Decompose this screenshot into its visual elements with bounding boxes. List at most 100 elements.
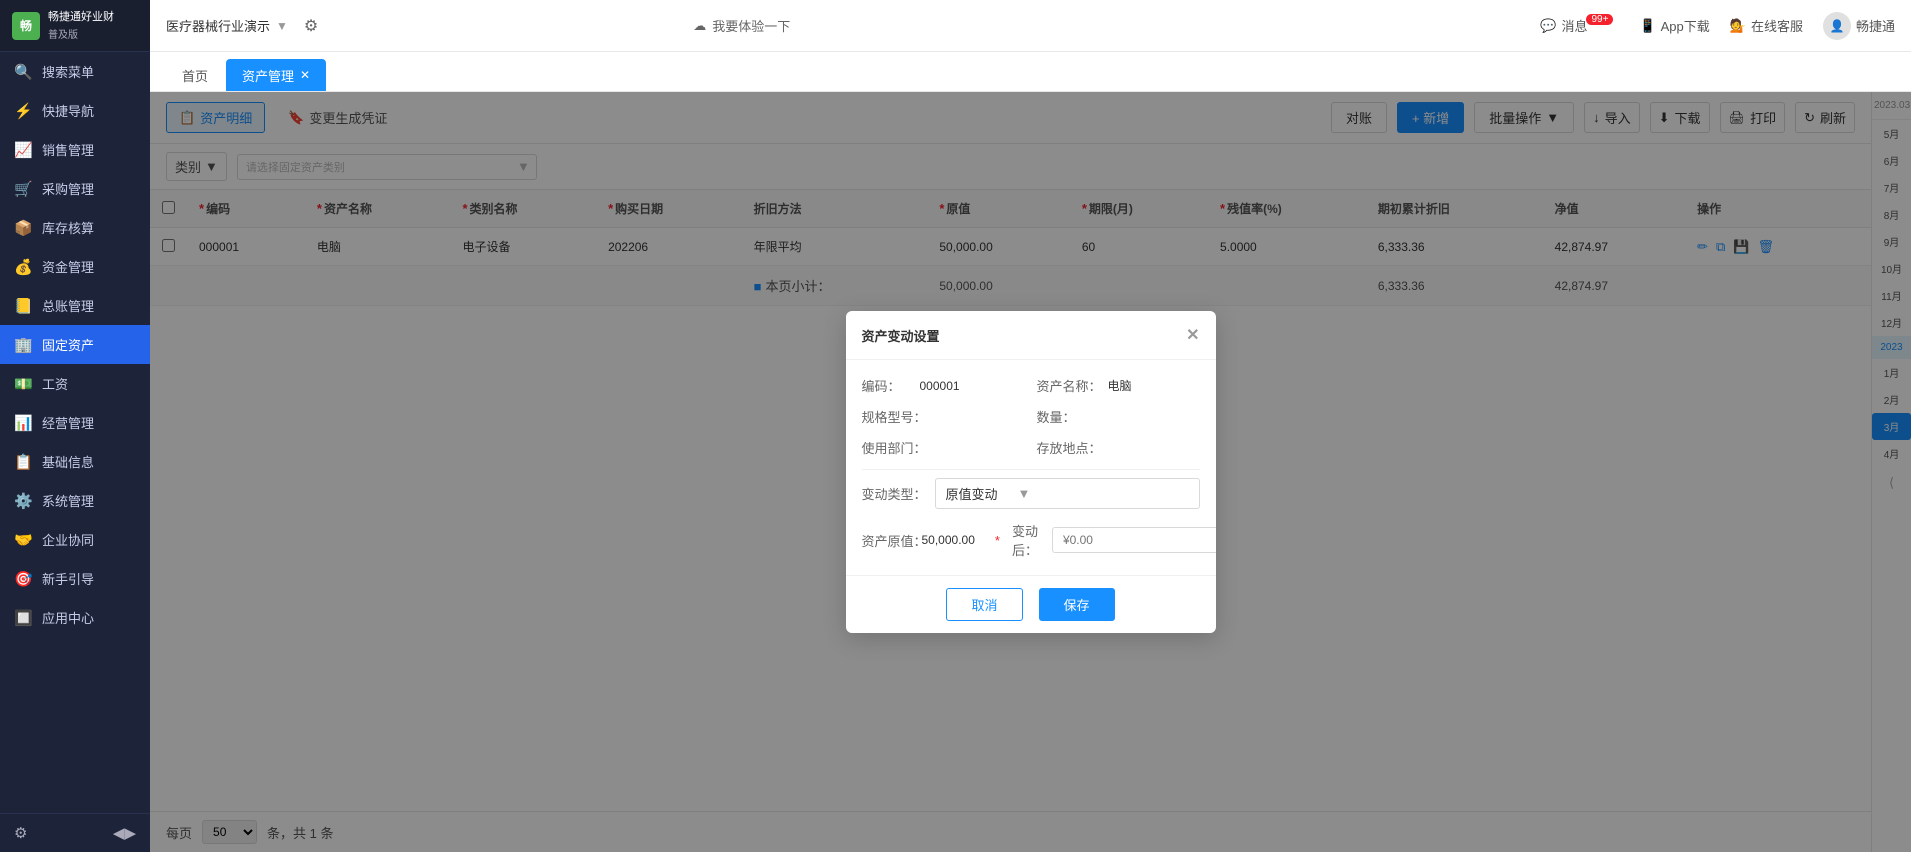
dialog-dept-field: 使用部门：: [862, 438, 1025, 457]
company-selector[interactable]: 医疗器械行业演示 ▼: [166, 16, 288, 35]
system-icon: ⚙️: [14, 492, 32, 510]
ledger-icon: 📒: [14, 297, 32, 315]
enterprise-icon: 🤝: [14, 531, 32, 549]
service-icon: 💁: [1730, 18, 1746, 34]
sidebar-label-ledger: 总账管理: [42, 296, 94, 315]
tab-close-asset[interactable]: ✕: [300, 68, 310, 82]
dialog-close-icon[interactable]: ✕: [1186, 325, 1199, 345]
dialog-location-field: 存放地点：: [1037, 438, 1200, 457]
app-icon: 📱: [1639, 18, 1655, 34]
sidebar-item-ledger[interactable]: 📒 总账管理: [0, 286, 150, 325]
logo-icon: 畅: [12, 12, 40, 40]
sidebar-item-salary[interactable]: 💵工资: [0, 364, 150, 403]
cancel-button[interactable]: 取消: [946, 588, 1022, 621]
asset-change-dialog: 资产变动设置 ✕ 编码： 000001 资产名称： 电脑: [846, 311, 1216, 633]
dialog-body: 编码： 000001 资产名称： 电脑 规格型号：: [846, 360, 1216, 575]
logo-text: 畅捷通好业财: [48, 10, 114, 25]
sidebar-label-sales: 销售管理: [42, 140, 94, 159]
sidebar-item-base[interactable]: 📋基础信息: [0, 442, 150, 481]
sidebar-label-guide: 新手引导: [42, 569, 94, 588]
sidebar-item-guide[interactable]: 🎯 新手引导: [0, 559, 150, 598]
topbar: 医疗器械行业演示 ▼ ⚙ ☁ 我要体验一下 💬 消息 99+ 📱 App下载 💁…: [150, 0, 1911, 52]
sidebar-label-fixedasset: 固定资产: [42, 335, 94, 354]
sales-icon: 📈: [14, 141, 32, 159]
dialog-row-3: 使用部门： 存放地点：: [862, 438, 1200, 457]
after-change-input[interactable]: [1052, 527, 1216, 553]
sidebar-item-system[interactable]: ⚙️ 系统管理: [0, 481, 150, 520]
collapse-icon[interactable]: ◀▶: [113, 824, 136, 842]
dialog-header: 资产变动设置 ✕: [846, 311, 1216, 360]
sidebar-item-quicknav[interactable]: ⚡ 快捷导航: [0, 91, 150, 130]
tabbar: 首页 资产管理 ✕: [150, 52, 1911, 92]
quicknav-icon: ⚡: [14, 102, 32, 120]
sidebar-item-purchase[interactable]: 🛒 采购管理: [0, 169, 150, 208]
experience-label: 我要体验一下: [712, 16, 790, 35]
tab-label-home: 首页: [182, 66, 208, 85]
sidebar-item-fixedasset[interactable]: 🏢 固定资产: [0, 325, 150, 364]
change-type-arrow-icon: ▼: [1018, 486, 1031, 501]
sidebar-label-system: 系统管理: [42, 491, 94, 510]
dialog-value-row: 资产原值： 50,000.00 * 变动后：: [862, 521, 1200, 559]
after-change-label: 变动后：: [1012, 521, 1038, 559]
experience-icon: ☁: [693, 18, 706, 34]
base-icon: 📋: [14, 453, 32, 471]
dialog-divider: [862, 469, 1200, 470]
sidebar-label-enterprise: 企业协同: [42, 530, 94, 549]
sidebar: 畅 畅捷通好业财 普及版 🔍 搜索菜单 ⚡ 快捷导航 📈 销售管理 🛒 采购管理 📦 库存核算 💰 资…: [0, 0, 150, 852]
main-content: 医疗器械行业演示 ▼ ⚙ ☁ 我要体验一下 💬 消息 99+ 📱 App下载 💁…: [150, 0, 1911, 852]
fixedasset-icon: 🏢: [14, 336, 32, 354]
company-dropdown-icon: ▼: [276, 19, 288, 33]
experience-button[interactable]: ☁ 我要体验一下: [693, 16, 790, 35]
guide-icon: 🎯: [14, 570, 32, 588]
settings-icon[interactable]: ⚙: [14, 824, 27, 842]
dialog-overlay: 资产变动设置 ✕ 编码： 000001 资产名称： 电脑: [150, 92, 1911, 852]
sidebar-label-search: 搜索菜单: [42, 62, 94, 81]
sidebar-item-apps[interactable]: 🔲 应用中心: [0, 598, 150, 637]
sidebar-label-purchase: 采购管理: [42, 179, 94, 198]
sidebar-item-inventory[interactable]: 📦 库存核算: [0, 208, 150, 247]
logo-sub: 普及版: [48, 26, 114, 41]
messages-icon: 💬: [1540, 18, 1556, 34]
tab-asset[interactable]: 资产管理 ✕: [226, 59, 326, 91]
user-profile[interactable]: 👤 畅捷通: [1823, 12, 1895, 40]
app-download-button[interactable]: 📱 App下载: [1639, 16, 1709, 35]
avatar: 👤: [1823, 12, 1851, 40]
apps-icon: 🔲: [14, 609, 32, 627]
sidebar-item-finance[interactable]: 💰 资金管理: [0, 247, 150, 286]
dialog-spec-field: 规格型号：: [862, 407, 1025, 426]
tab-label-asset: 资产管理: [242, 66, 294, 85]
dialog-name-field: 资产名称： 电脑: [1037, 376, 1200, 395]
dialog-change-type-row: 变动类型： 原值变动 ▼: [862, 478, 1200, 509]
sidebar-item-enterprise[interactable]: 🤝 企业协同: [0, 520, 150, 559]
topbar-settings-icon[interactable]: ⚙: [304, 16, 318, 36]
purchase-icon: 🛒: [14, 180, 32, 198]
online-service-button[interactable]: 💁 在线客服: [1730, 16, 1803, 35]
sidebar-footer: ⚙ ◀▶: [0, 813, 150, 852]
content-area: 📋 资产明细 🔖 变更生成凭证 对账 + 新增 批量操作 ▼: [150, 92, 1911, 852]
sidebar-label-inventory: 库存核算: [42, 218, 94, 237]
sidebar-label-finance: 资金管理: [42, 257, 94, 276]
salary-icon: 💵: [14, 375, 32, 393]
sidebar-item-operation[interactable]: 📊经营管理: [0, 403, 150, 442]
dialog-footer: 取消 保存: [846, 575, 1216, 633]
dialog-code-field: 编码： 000001: [862, 376, 1025, 395]
dialog-row-2: 规格型号： 数量：: [862, 407, 1200, 426]
sidebar-label-quicknav: 快捷导航: [42, 101, 94, 120]
finance-icon: 💰: [14, 258, 32, 276]
tab-home[interactable]: 首页: [166, 59, 224, 91]
messages-button[interactable]: 💬 消息 99+: [1540, 16, 1619, 35]
dialog-row-1: 编码： 000001 资产名称： 电脑: [862, 376, 1200, 395]
save-button[interactable]: 保存: [1039, 588, 1115, 621]
dialog-title: 资产变动设置: [862, 326, 940, 345]
messages-badge: 99+: [1586, 14, 1613, 25]
sidebar-logo: 畅 畅捷通好业财 普及版: [0, 0, 150, 52]
change-type-select[interactable]: 原值变动 ▼: [935, 478, 1200, 509]
required-star-after: *: [995, 533, 1000, 548]
sidebar-item-sales[interactable]: 📈 销售管理: [0, 130, 150, 169]
sidebar-label-apps: 应用中心: [42, 608, 94, 627]
company-name: 医疗器械行业演示: [166, 16, 270, 35]
inventory-icon: 📦: [14, 219, 32, 237]
sidebar-item-search[interactable]: 🔍 搜索菜单: [0, 52, 150, 91]
operation-icon: 📊: [14, 414, 32, 432]
search-icon: 🔍: [14, 63, 32, 81]
